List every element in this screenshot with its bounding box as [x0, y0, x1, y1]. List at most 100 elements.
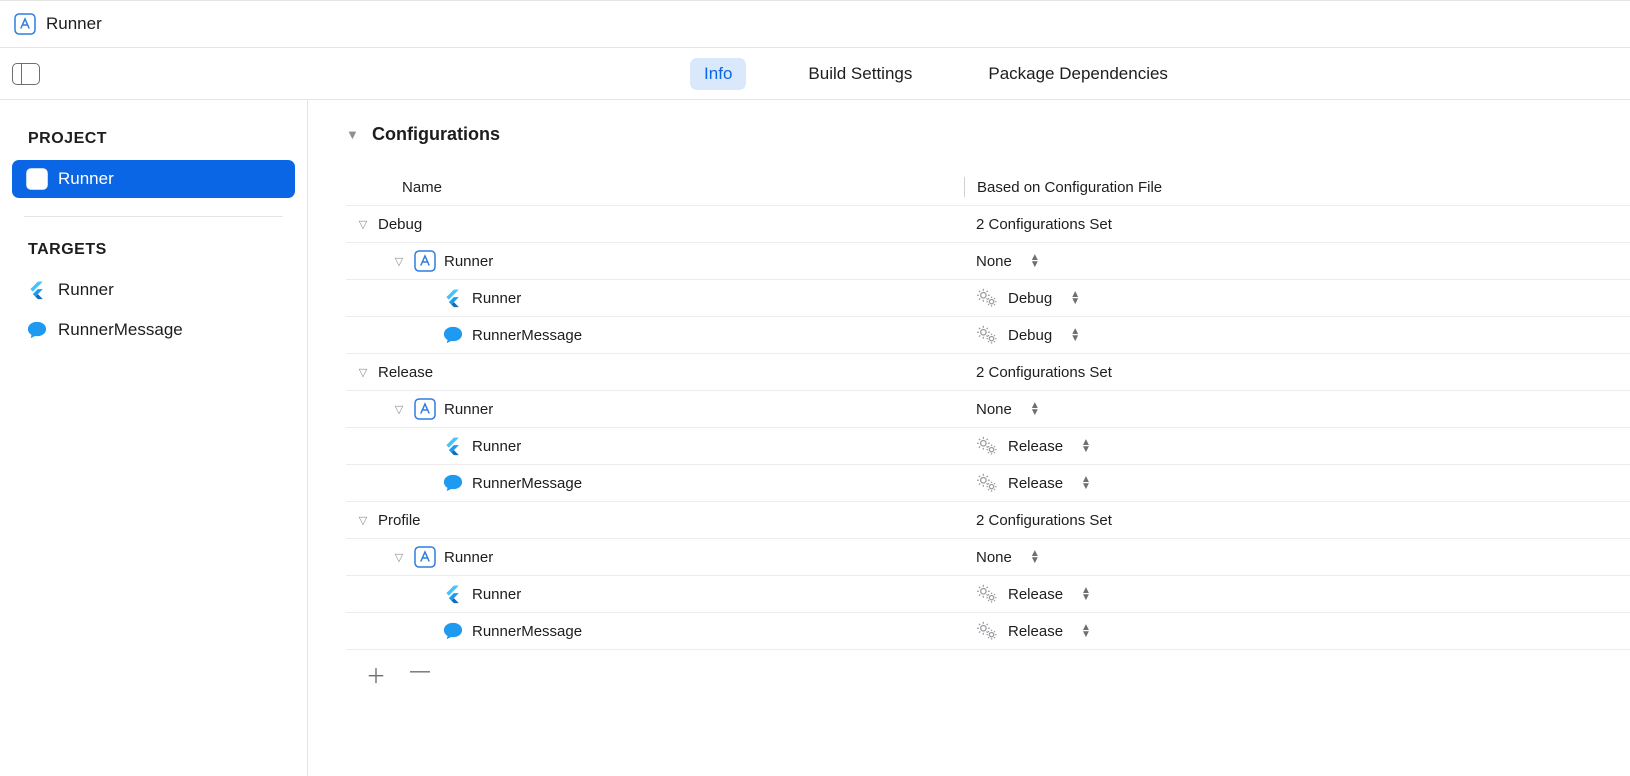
flutter-icon: [442, 287, 464, 309]
divider: [24, 216, 283, 217]
config-project-name: Runner: [444, 253, 493, 270]
column-based-on: Based on Configuration File: [965, 179, 1630, 196]
main: PROJECT Runner TARGETS Runner RunnerMess…: [0, 100, 1630, 776]
config-summary: 2 Configurations Set: [976, 216, 1112, 233]
section-title: Configurations: [372, 124, 500, 145]
gears-icon: [976, 583, 998, 605]
sidebar-item-label: RunnerMessage: [58, 320, 183, 340]
config-target-row[interactable]: RunnerMessage Release ▲▼: [346, 613, 1630, 650]
config-name: Profile: [378, 512, 421, 529]
config-file-select[interactable]: None ▲▼: [976, 401, 1040, 418]
chevron-down-icon: ▽: [356, 366, 370, 379]
config-file-select[interactable]: Release ▲▼: [1008, 475, 1091, 492]
config-file-value: Debug: [1008, 290, 1052, 307]
config-file-select[interactable]: Release ▲▼: [1008, 623, 1091, 640]
chevron-down-icon: ▼: [346, 127, 360, 142]
chevron-down-icon: ▽: [392, 403, 406, 416]
config-project-name: Runner: [444, 401, 493, 418]
configurations-header[interactable]: ▼ Configurations: [308, 120, 1630, 169]
config-target-name: Runner: [472, 290, 521, 307]
config-target-row[interactable]: Runner Debug ▲▼: [346, 280, 1630, 317]
config-file-value: Release: [1008, 586, 1063, 603]
config-row[interactable]: ▽ Release 2 Configurations Set: [346, 354, 1630, 391]
config-project-row[interactable]: ▽ Runner None ▲▼: [346, 243, 1630, 280]
targets-section-label: TARGETS: [10, 235, 297, 269]
config-file-select[interactable]: None ▲▼: [976, 549, 1040, 566]
config-name: Release: [378, 364, 433, 381]
config-project-row[interactable]: ▽ Runner None ▲▼: [346, 539, 1630, 576]
updown-icon: ▲▼: [1030, 254, 1040, 268]
gears-icon: [976, 472, 998, 494]
config-target-row[interactable]: RunnerMessage Debug ▲▼: [346, 317, 1630, 354]
updown-icon: ▲▼: [1030, 402, 1040, 416]
toggle-left-panel-icon[interactable]: [12, 63, 40, 85]
config-file-select[interactable]: None ▲▼: [976, 253, 1040, 270]
sidebar-target-runner[interactable]: Runner: [12, 271, 295, 309]
config-file-select[interactable]: Debug ▲▼: [1008, 327, 1080, 344]
config-row[interactable]: ▽ Debug 2 Configurations Set: [346, 206, 1630, 243]
config-project-row[interactable]: ▽ Runner None ▲▼: [346, 391, 1630, 428]
sidebar-project-runner[interactable]: Runner: [12, 160, 295, 198]
add-button[interactable]: ＋: [366, 660, 386, 689]
flutter-icon: [442, 435, 464, 457]
column-name: Name: [346, 169, 964, 205]
config-file-select[interactable]: Release ▲▼: [1008, 586, 1091, 603]
message-icon: [442, 620, 464, 642]
config-file-value: Debug: [1008, 327, 1052, 344]
project-title: Runner: [46, 14, 102, 34]
tab-package-dependencies[interactable]: Package Dependencies: [974, 58, 1182, 90]
chevron-down-icon: ▽: [392, 255, 406, 268]
appstore-icon: [414, 250, 436, 272]
appstore-icon: [14, 13, 36, 35]
flutter-icon: [442, 583, 464, 605]
message-icon: [26, 319, 48, 341]
config-summary: 2 Configurations Set: [976, 512, 1112, 529]
config-file-select[interactable]: Debug ▲▼: [1008, 290, 1080, 307]
gears-icon: [976, 324, 998, 346]
remove-button[interactable]: —: [410, 660, 430, 689]
updown-icon: ▲▼: [1081, 624, 1091, 638]
configurations-table: Name Based on Configuration File ▽ Debug…: [346, 169, 1630, 689]
appstore-icon: [414, 398, 436, 420]
table-header: Name Based on Configuration File: [346, 169, 1630, 206]
sidebar-target-runnermessage[interactable]: RunnerMessage: [12, 311, 295, 349]
appstore-icon: [414, 546, 436, 568]
chevron-down-icon: ▽: [356, 514, 370, 527]
updown-icon: ▲▼: [1081, 439, 1091, 453]
gears-icon: [976, 435, 998, 457]
config-summary: 2 Configurations Set: [976, 364, 1112, 381]
updown-icon: ▲▼: [1070, 328, 1080, 342]
project-section-label: PROJECT: [10, 124, 297, 158]
updown-icon: ▲▼: [1081, 587, 1091, 601]
message-icon: [442, 324, 464, 346]
config-target-row[interactable]: Runner Release ▲▼: [346, 576, 1630, 613]
config-file-value: None: [976, 549, 1012, 566]
updown-icon: ▲▼: [1081, 476, 1091, 490]
chevron-down-icon: ▽: [356, 218, 370, 231]
config-file-value: Release: [1008, 623, 1063, 640]
config-target-name: RunnerMessage: [472, 623, 582, 640]
config-file-select[interactable]: Release ▲▼: [1008, 438, 1091, 455]
config-target-row[interactable]: RunnerMessage Release ▲▼: [346, 465, 1630, 502]
sidebar: PROJECT Runner TARGETS Runner RunnerMess…: [0, 100, 308, 776]
config-row[interactable]: ▽ Profile 2 Configurations Set: [346, 502, 1630, 539]
tab-info[interactable]: Info: [690, 58, 746, 90]
gears-icon: [976, 287, 998, 309]
tabs: Info Build Settings Package Dependencies: [250, 58, 1622, 90]
tabbar: Info Build Settings Package Dependencies: [0, 48, 1630, 100]
config-target-name: RunnerMessage: [472, 475, 582, 492]
config-name: Debug: [378, 216, 422, 233]
config-target-row[interactable]: Runner Release ▲▼: [346, 428, 1630, 465]
config-file-value: None: [976, 401, 1012, 418]
config-file-value: Release: [1008, 475, 1063, 492]
tab-build-settings[interactable]: Build Settings: [794, 58, 926, 90]
config-target-name: RunnerMessage: [472, 327, 582, 344]
config-target-name: Runner: [472, 438, 521, 455]
sidebar-item-label: Runner: [58, 280, 114, 300]
config-project-name: Runner: [444, 549, 493, 566]
titlebar: Runner: [0, 0, 1630, 48]
sidebar-item-label: Runner: [58, 169, 114, 189]
updown-icon: ▲▼: [1030, 550, 1040, 564]
updown-icon: ▲▼: [1070, 291, 1080, 305]
table-footer: ＋ —: [346, 650, 1630, 689]
